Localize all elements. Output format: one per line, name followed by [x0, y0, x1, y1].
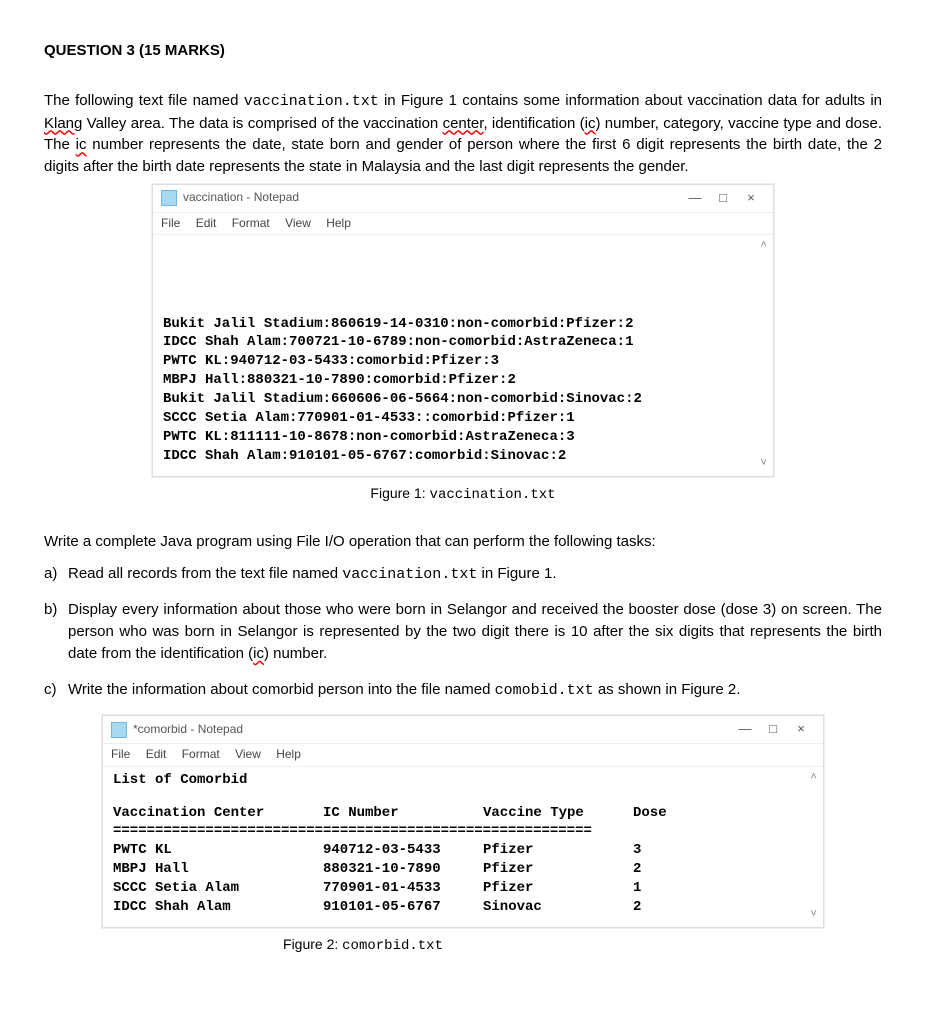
text: Read all records from the text file name…	[68, 565, 342, 582]
filename: comorbid.txt	[342, 938, 443, 954]
menu-format[interactable]: Format	[182, 747, 220, 761]
maximize-button[interactable]: □	[759, 720, 787, 739]
table-row: SCCC Setia Alam770901-01-4533Pfizer1	[113, 879, 651, 898]
minimize-button[interactable]: —	[731, 720, 759, 739]
notepad-content[interactable]: ˄ ˅ Bukit Jalil Stadium:860619-14-0310:n…	[153, 235, 773, 476]
wavy-word: ic	[585, 115, 596, 132]
text: , identification (	[483, 115, 584, 132]
notepad-titlebar: *comorbid - Notepad — □ ×	[103, 716, 823, 744]
separator-row: ========================================…	[113, 822, 677, 841]
window-title: vaccination - Notepad	[183, 189, 299, 206]
maximize-button[interactable]: □	[709, 189, 737, 208]
cell: Sinovac	[483, 898, 633, 917]
text: in Figure 1 contains some information ab…	[379, 92, 882, 109]
table-header-row: Vaccination Center IC Number Vaccine Typ…	[113, 804, 677, 823]
text: Figure 1:	[370, 485, 429, 501]
figure2-caption: Figure 2: comorbid.txt	[0, 934, 882, 956]
table-row: MBPJ Hall880321-10-7890Pfizer2	[113, 860, 651, 879]
notepad-icon	[161, 190, 177, 206]
text: ) number.	[264, 645, 327, 662]
menu-edit[interactable]: Edit	[146, 747, 167, 761]
close-button[interactable]: ×	[737, 189, 765, 208]
col-ic: IC Number	[323, 804, 483, 823]
comorbid-data: PWTC KL940712-03-5433Pfizer3MBPJ Hall880…	[113, 841, 651, 917]
menu-file[interactable]: File	[111, 747, 130, 761]
comorbid-table: Vaccination Center IC Number Vaccine Typ…	[113, 804, 677, 842]
text: number represents the date, state born a…	[44, 136, 882, 175]
text: Display every information about those wh…	[68, 601, 882, 662]
scroll-up-icon[interactable]: ˄	[810, 771, 817, 786]
table-row: PWTC KL940712-03-5433Pfizer3	[113, 841, 651, 860]
text: as shown in Figure 2.	[594, 681, 741, 698]
scroll-down-icon[interactable]: ˅	[810, 908, 817, 923]
wavy-word: Klang	[44, 115, 82, 132]
file-content: Bukit Jalil Stadium:860619-14-0310:non-c…	[163, 315, 763, 466]
task-label: b)	[44, 599, 68, 664]
notepad-window-comorbid: *comorbid - Notepad — □ × File Edit Form…	[102, 715, 824, 927]
cell: 940712-03-5433	[323, 841, 483, 860]
wavy-word: ic	[76, 136, 87, 153]
task-label: a)	[44, 563, 68, 586]
notepad-menubar: File Edit Format View Help	[103, 744, 823, 766]
filename: vaccination.txt	[342, 566, 477, 583]
text: in Figure 1.	[477, 565, 556, 582]
notepad-menubar: File Edit Format View Help	[153, 213, 773, 235]
menu-edit[interactable]: Edit	[196, 216, 217, 230]
cell: Pfizer	[483, 879, 633, 898]
task-label: c)	[44, 679, 68, 702]
menu-file[interactable]: File	[161, 216, 180, 230]
cell: MBPJ Hall	[113, 860, 323, 879]
header-line: List of Comorbid	[113, 771, 813, 790]
cell: 2	[633, 898, 651, 917]
window-title: *comorbid - Notepad	[133, 721, 243, 738]
text: Write the information about comorbid per…	[68, 681, 495, 698]
minimize-button[interactable]: —	[681, 189, 709, 208]
menu-view[interactable]: View	[235, 747, 261, 761]
cell: IDCC Shah Alam	[113, 898, 323, 917]
task-c: c) Write the information about comorbid …	[44, 679, 882, 702]
filename: comobid.txt	[495, 682, 594, 699]
wavy-word: ic	[253, 645, 264, 662]
task-b: b) Display every information about those…	[44, 599, 882, 664]
col-center: Vaccination Center	[113, 804, 323, 823]
close-button[interactable]: ×	[787, 720, 815, 739]
col-type: Vaccine Type	[483, 804, 633, 823]
cell: Pfizer	[483, 841, 633, 860]
cell: PWTC KL	[113, 841, 323, 860]
notepad-content[interactable]: ˄ ˅ List of Comorbid Vaccination Center …	[103, 767, 823, 927]
text: Valley area. The data is comprised of th…	[82, 115, 442, 132]
table-row: IDCC Shah Alam910101-05-6767Sinovac2	[113, 898, 651, 917]
menu-help[interactable]: Help	[276, 747, 301, 761]
separator: ========================================…	[113, 822, 677, 841]
notepad-titlebar: vaccination - Notepad — □ ×	[153, 185, 773, 213]
cell: 3	[633, 841, 651, 860]
text: Figure 2:	[283, 936, 342, 952]
cell: 910101-05-6767	[323, 898, 483, 917]
menu-help[interactable]: Help	[326, 216, 351, 230]
scroll-down-icon[interactable]: ˅	[760, 457, 767, 472]
cell: 1	[633, 879, 651, 898]
notepad-window-vaccination: vaccination - Notepad — □ × File Edit Fo…	[152, 184, 774, 477]
wavy-word: center	[443, 115, 484, 132]
question-heading: QUESTION 3 (15 MARKS)	[44, 40, 882, 62]
scroll-up-icon[interactable]: ˄	[760, 239, 767, 254]
cell: 880321-10-7890	[323, 860, 483, 879]
filename: vaccination.txt	[244, 93, 379, 110]
cell: 770901-01-4533	[323, 879, 483, 898]
menu-view[interactable]: View	[285, 216, 311, 230]
intro-paragraph: The following text file named vaccinatio…	[44, 90, 882, 178]
filename: vaccination.txt	[430, 487, 556, 503]
text: The following text file named	[44, 92, 244, 109]
task-a: a) Read all records from the text file n…	[44, 563, 882, 586]
cell: Pfizer	[483, 860, 633, 879]
menu-format[interactable]: Format	[232, 216, 270, 230]
notepad-icon	[111, 722, 127, 738]
instruction-paragraph: Write a complete Java program using File…	[44, 531, 882, 553]
cell: 2	[633, 860, 651, 879]
col-dose: Dose	[633, 804, 677, 823]
cell: SCCC Setia Alam	[113, 879, 323, 898]
figure1-caption: Figure 1: vaccination.txt	[44, 483, 882, 505]
